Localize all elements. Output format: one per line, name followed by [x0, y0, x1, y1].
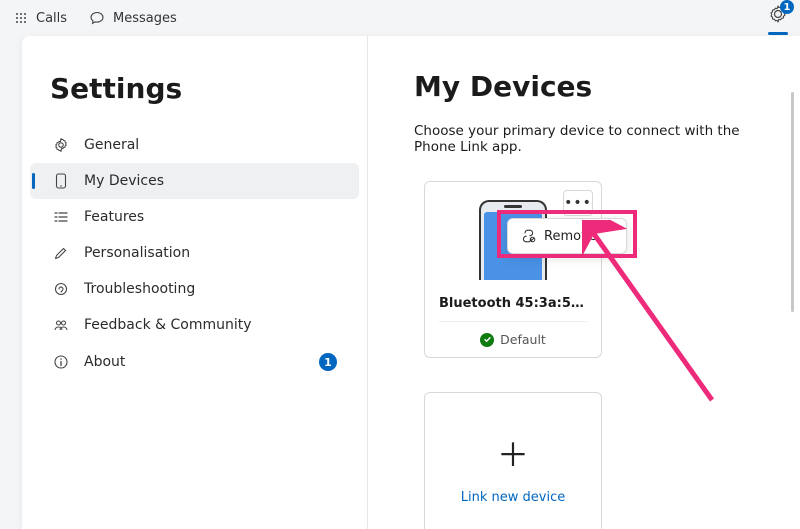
sidebar-item-label: Feedback & Community	[84, 317, 252, 333]
page-subtitle: Choose your primary device to connect wi…	[414, 123, 760, 155]
sidebar-item-my-devices[interactable]: My Devices	[30, 163, 359, 199]
sidebar-nav: General My Devices Features Personalisat…	[22, 127, 367, 381]
sidebar-item-personalisation[interactable]: Personalisation	[30, 235, 359, 271]
sidebar-item-features[interactable]: Features	[30, 199, 359, 235]
pencil-icon	[52, 245, 70, 261]
sidebar-item-label: My Devices	[84, 173, 164, 189]
device-status-label: Default	[500, 332, 546, 347]
settings-badge: 1	[780, 0, 794, 14]
device-status: Default	[439, 321, 587, 347]
remove-menu-item[interactable]: Remove	[507, 218, 627, 254]
sidebar: Settings General My Devices Features Per…	[22, 36, 368, 529]
top-bar: Calls Messages 1	[0, 0, 800, 36]
remove-label: Remove	[544, 229, 597, 244]
main-content: My Devices Choose your primary device to…	[368, 36, 800, 529]
check-icon	[480, 333, 494, 347]
settings-button[interactable]: 1	[768, 4, 788, 35]
gear-icon	[52, 137, 70, 153]
nav-calls-label: Calls	[36, 11, 67, 26]
sidebar-title: Settings	[22, 54, 367, 127]
scrollbar[interactable]	[791, 92, 794, 312]
list-icon	[52, 209, 70, 225]
sidebar-item-label: Personalisation	[84, 245, 190, 261]
device-card[interactable]: ••• Bluetooth 45:3a:59:f5:3… Default Rem…	[424, 181, 602, 358]
device-more-button[interactable]: •••	[563, 190, 593, 216]
nav-calls[interactable]: Calls	[14, 11, 67, 26]
sidebar-item-troubleshooting[interactable]: Troubleshooting	[30, 271, 359, 307]
nav-messages-label: Messages	[113, 11, 177, 26]
sidebar-item-feedback[interactable]: Feedback & Community	[30, 307, 359, 343]
troubleshoot-icon	[52, 281, 70, 297]
plus-icon: ＋	[497, 430, 529, 476]
unlink-icon	[520, 229, 536, 243]
active-indicator	[768, 32, 788, 35]
nav-messages[interactable]: Messages	[89, 10, 177, 26]
link-new-device-label: Link new device	[461, 490, 565, 505]
sidebar-item-general[interactable]: General	[30, 127, 359, 163]
chat-icon	[89, 10, 105, 26]
sidebar-item-about[interactable]: About 1	[30, 343, 359, 381]
device-name: Bluetooth 45:3a:59:f5:3…	[439, 296, 587, 311]
main-panel: Settings General My Devices Features Per…	[22, 36, 800, 529]
info-icon	[52, 354, 70, 370]
link-new-device-card[interactable]: ＋ Link new device	[424, 392, 602, 529]
sidebar-item-badge: 1	[319, 353, 337, 371]
sidebar-item-label: Features	[84, 209, 144, 225]
sidebar-item-label: General	[84, 137, 139, 153]
dialpad-icon	[14, 11, 28, 25]
sidebar-item-label: About	[84, 354, 125, 370]
sidebar-item-label: Troubleshooting	[84, 281, 195, 297]
people-icon	[52, 317, 70, 333]
phone-icon	[52, 173, 70, 189]
page-title: My Devices	[414, 70, 760, 103]
